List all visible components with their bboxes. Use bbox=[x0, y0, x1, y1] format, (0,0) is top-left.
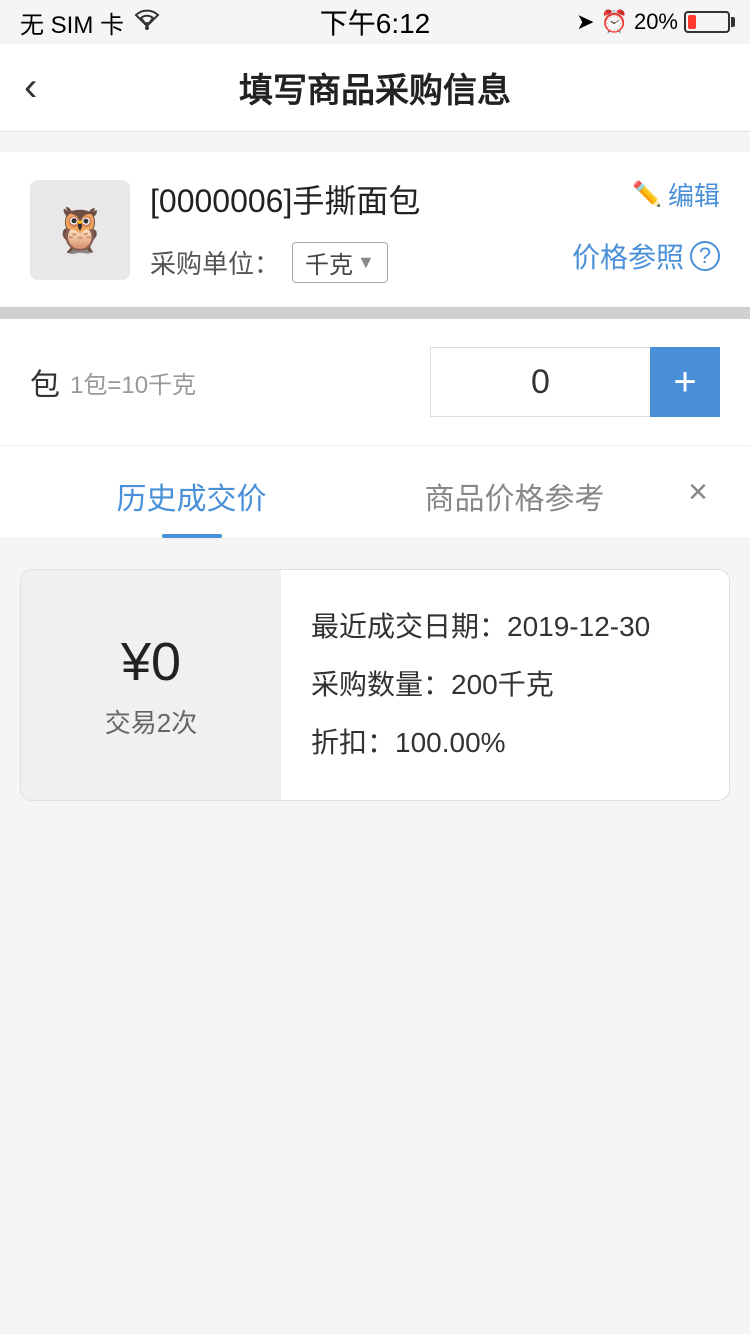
price-detail-discount: 折扣：100.00% bbox=[311, 722, 699, 764]
package-label: 包 bbox=[30, 360, 60, 404]
tab-history-label: 历史成交价 bbox=[117, 483, 267, 516]
alarm-icon: ⏰ bbox=[601, 9, 628, 35]
price-card-right: 最近成交日期：2019-12-30 采购数量：200千克 折扣：100.00% bbox=[281, 570, 729, 800]
status-right: ➤ ⏰ 20% bbox=[576, 9, 730, 35]
date-label: 最近成交日期： bbox=[311, 611, 507, 642]
back-button[interactable]: ‹ bbox=[24, 65, 37, 110]
page-title: 填写商品采购信息 bbox=[239, 63, 511, 112]
close-button[interactable]: × bbox=[676, 470, 720, 514]
product-info: [0000006]手撕面包 采购单位： 千克 ▼ bbox=[150, 176, 420, 283]
discount-label: 折扣： bbox=[311, 727, 395, 758]
price-detail-date: 最近成交日期：2019-12-30 bbox=[311, 606, 699, 648]
edit-icon: ✏️ bbox=[632, 180, 662, 209]
edit-button[interactable]: ✏️ 编辑 bbox=[632, 176, 720, 213]
product-card: 🦉 [0000006]手撕面包 采购单位： 千克 ▼ ✏️ 编辑 价格参照 bbox=[0, 152, 750, 307]
unit-dropdown-icon: ▼ bbox=[357, 252, 375, 273]
battery-fill bbox=[688, 15, 696, 29]
edit-label: 编辑 bbox=[668, 176, 720, 213]
nav-bar: ‹ 填写商品采购信息 bbox=[0, 44, 750, 132]
quantity-input[interactable] bbox=[430, 347, 650, 417]
unit-label: 采购单位： bbox=[150, 244, 280, 281]
date-value: 2019-12-30 bbox=[507, 611, 650, 642]
price-card: ¥0 交易2次 最近成交日期：2019-12-30 采购数量：200千克 折扣：… bbox=[20, 569, 730, 801]
status-left: 无 SIM 卡 bbox=[20, 5, 162, 40]
price-trades-count: 交易2次 bbox=[105, 703, 197, 740]
quantity-detail-label: 采购数量： bbox=[311, 669, 451, 700]
tab-bar: 历史成交价 商品价格参考 × bbox=[0, 446, 750, 539]
price-detail-quantity: 采购数量：200千克 bbox=[311, 664, 699, 706]
price-reference-button[interactable]: 价格参照 ? bbox=[572, 236, 720, 276]
price-ref-help-icon: ? bbox=[690, 241, 720, 271]
quantity-detail-value: 200千克 bbox=[451, 669, 554, 700]
wifi-icon bbox=[132, 8, 162, 37]
status-time: 下午6:12 bbox=[320, 2, 431, 42]
discount-value: 100.00% bbox=[395, 727, 506, 758]
location-icon: ➤ bbox=[576, 9, 594, 35]
product-name: [0000006]手撕面包 bbox=[150, 176, 420, 222]
tab-history-price[interactable]: 历史成交价 bbox=[30, 446, 353, 538]
tab-price-reference[interactable]: 商品价格参考 bbox=[353, 446, 676, 538]
quantity-controls: + bbox=[430, 347, 720, 417]
price-ref-label: 价格参照 bbox=[572, 236, 684, 276]
close-icon: × bbox=[688, 473, 708, 512]
main-content: ¥0 交易2次 最近成交日期：2019-12-30 采购数量：200千克 折扣：… bbox=[0, 539, 750, 1139]
back-arrow-icon: ‹ bbox=[24, 65, 37, 110]
quantity-row: 包 1包=10千克 + bbox=[0, 319, 750, 446]
battery-icon bbox=[684, 11, 730, 33]
product-header: 🦉 [0000006]手撕面包 采购单位： 千克 ▼ ✏️ 编辑 价格参照 bbox=[30, 176, 720, 283]
status-bar: 无 SIM 卡 下午6:12 ➤ ⏰ 20% bbox=[0, 0, 750, 44]
product-image-icon: 🦉 bbox=[53, 204, 108, 256]
carrier-text: 无 SIM 卡 bbox=[20, 5, 124, 40]
product-unit-row: 采购单位： 千克 ▼ bbox=[150, 242, 420, 283]
unit-value: 千克 bbox=[305, 245, 353, 280]
product-right: ✏️ 编辑 价格参照 ? bbox=[572, 176, 720, 276]
quantity-label: 包 1包=10千克 bbox=[30, 360, 196, 404]
currency-symbol: ¥ bbox=[121, 632, 151, 692]
unit-selector[interactable]: 千克 ▼ bbox=[292, 242, 388, 283]
unit-conversion-hint: 1包=10千克 bbox=[70, 365, 196, 400]
price-amount: ¥0 bbox=[121, 631, 181, 693]
product-thumbnail: 🦉 bbox=[30, 180, 130, 280]
price-card-left: ¥0 交易2次 bbox=[21, 570, 281, 800]
plus-icon: + bbox=[673, 360, 696, 405]
price-value: 0 bbox=[151, 632, 181, 692]
quantity-plus-button[interactable]: + bbox=[650, 347, 720, 417]
product-left: 🦉 [0000006]手撕面包 采购单位： 千克 ▼ bbox=[30, 176, 420, 283]
battery-percent: 20% bbox=[634, 9, 678, 35]
section-divider bbox=[0, 307, 750, 319]
tab-reference-label: 商品价格参考 bbox=[425, 483, 605, 516]
